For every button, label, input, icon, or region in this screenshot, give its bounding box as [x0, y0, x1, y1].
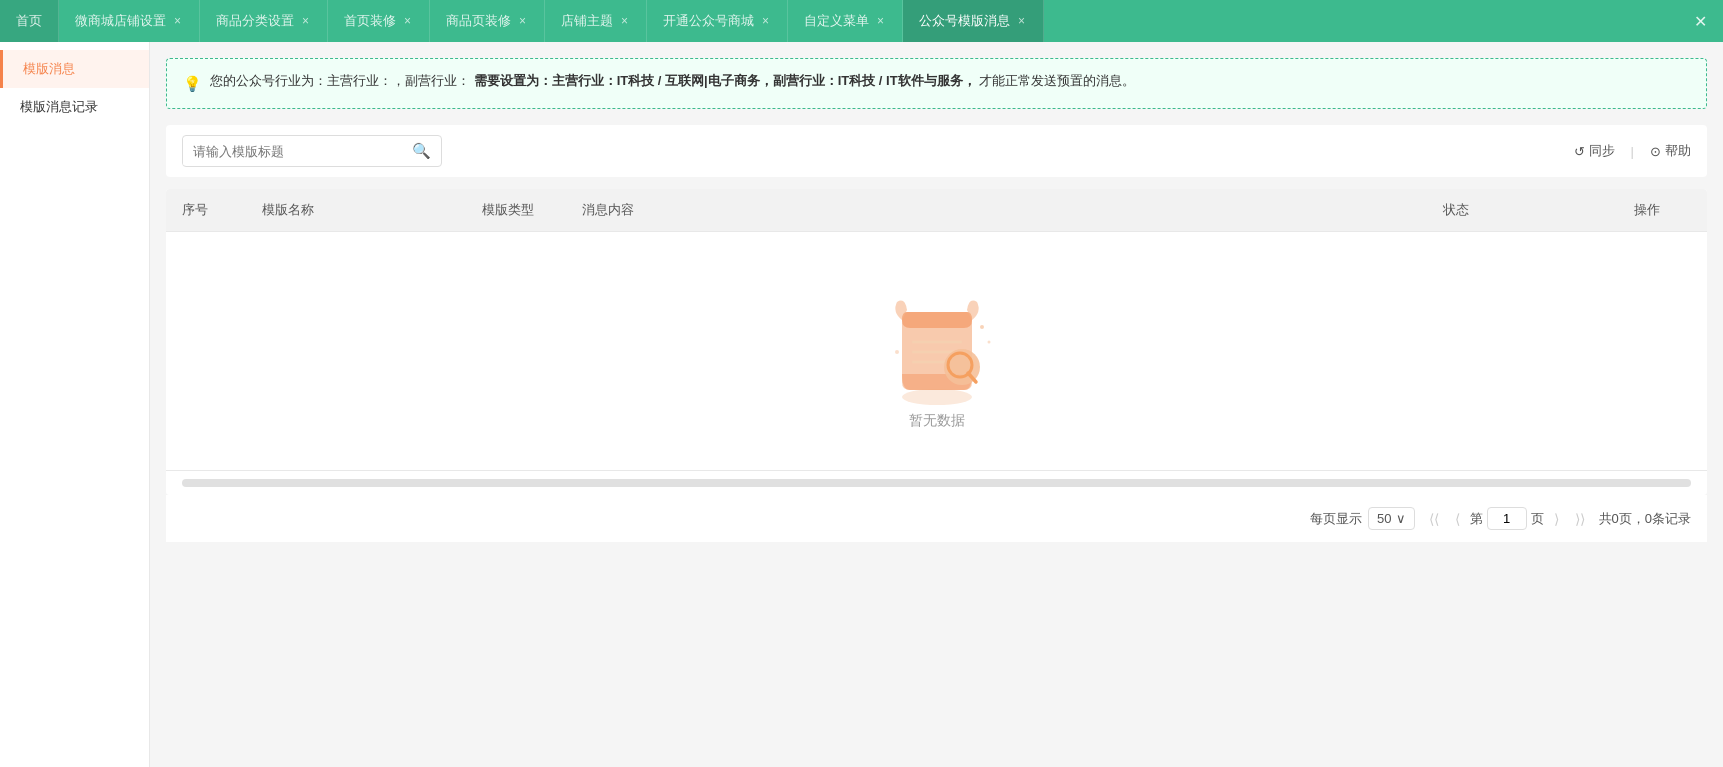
page-label-suf: 页: [1531, 510, 1544, 528]
help-button[interactable]: ⊙ 帮助: [1650, 142, 1691, 160]
notice-box: 💡 您的公众号行业为：主营行业：，副营行业： 需要设置为：主营行业：IT科技 /…: [166, 58, 1707, 109]
col-action: 操作: [1587, 189, 1707, 231]
svg-point-9: [895, 350, 899, 354]
tab-close-category[interactable]: ×: [300, 12, 311, 30]
pagination: 每页显示 50 ∨ ⟨⟨ ⟨ 第 页 ⟩ ⟩⟩ 共0页，0条记录: [166, 495, 1707, 542]
svg-point-0: [902, 389, 972, 405]
tab-product-decor[interactable]: 商品页装修 ×: [430, 0, 545, 42]
search-button[interactable]: 🔍: [402, 136, 441, 166]
chevron-down-icon: ∨: [1396, 511, 1406, 526]
empty-text: 暂无数据: [909, 412, 965, 430]
table: 序号 模版名称 模版类型 消息内容 状态 操作: [166, 189, 1707, 495]
svg-point-7: [980, 325, 984, 329]
toolbar-right: ↺ 同步 | ⊙ 帮助: [1574, 142, 1691, 160]
page-size-label: 每页显示: [1310, 510, 1362, 528]
page-size-value: 50: [1377, 511, 1391, 526]
tab-label-custom-menu: 自定义菜单: [804, 12, 869, 30]
page-label-pre: 第: [1470, 510, 1483, 528]
sidebar-item-template-record[interactable]: 模版消息记录: [0, 88, 149, 126]
notice-text: 您的公众号行业为：主营行业：，副营行业： 需要设置为：主营行业：IT科技 / 互…: [210, 71, 1135, 92]
notice-icon: 💡: [183, 72, 202, 96]
help-icon: ⊙: [1650, 144, 1661, 159]
sidebar-item-template-message[interactable]: 模版消息: [0, 50, 149, 88]
tab-bar: 首页微商城店铺设置×商品分类设置×首页装修×商品页装修×店铺主题×开通公众号商城…: [0, 0, 1723, 42]
page-size-select[interactable]: 50 ∨: [1368, 507, 1414, 530]
next-page-button[interactable]: ⟩: [1548, 509, 1565, 529]
tab-template-msg[interactable]: 公众号模版消息 ×: [903, 0, 1044, 42]
page-total: 共0页，0条记录: [1599, 510, 1691, 528]
empty-illustration: [877, 292, 997, 412]
sync-icon: ↺: [1574, 144, 1585, 159]
col-status: 状态: [1427, 189, 1587, 231]
tab-open-mall[interactable]: 开通公众号商城 ×: [647, 0, 788, 42]
tab-label-product-decor: 商品页装修: [446, 12, 511, 30]
tab-close-product-decor[interactable]: ×: [517, 12, 528, 30]
tab-close-home-decor[interactable]: ×: [402, 12, 413, 30]
tab-store-theme[interactable]: 店铺主题 ×: [545, 0, 647, 42]
horizontal-scrollbar[interactable]: [182, 479, 1691, 487]
page-size-wrap: 每页显示 50 ∨: [1310, 507, 1414, 530]
toolbar-divider: |: [1631, 144, 1634, 159]
tab-home-decor[interactable]: 首页装修 ×: [328, 0, 430, 42]
sidebar: 模版消息模版消息记录: [0, 42, 150, 767]
main-layout: 模版消息模版消息记录 💡 您的公众号行业为：主营行业：，副营行业： 需要设置为：…: [0, 42, 1723, 767]
tab-custom-menu[interactable]: 自定义菜单 ×: [788, 0, 903, 42]
notice-highlight: 需要设置为：主营行业：IT科技 / 互联网|电子商务，副营行业：IT科技 / I…: [474, 73, 976, 88]
tab-label-home: 首页: [16, 12, 42, 30]
search-input[interactable]: [183, 138, 402, 165]
col-name: 模版名称: [246, 189, 466, 231]
col-content: 消息内容: [566, 189, 1427, 231]
col-type: 模版类型: [466, 189, 566, 231]
tab-label-template-msg: 公众号模版消息: [919, 12, 1010, 30]
content-area: 💡 您的公众号行业为：主营行业：，副营行业： 需要设置为：主营行业：IT科技 /…: [150, 42, 1723, 767]
tab-close-custom-menu[interactable]: ×: [875, 12, 886, 30]
first-page-button[interactable]: ⟨⟨: [1423, 509, 1445, 529]
close-all-button[interactable]: ✕: [1678, 0, 1723, 42]
sync-button[interactable]: ↺ 同步: [1574, 142, 1615, 160]
tab-label-open-mall: 开通公众号商城: [663, 12, 754, 30]
tab-close-micro-shop[interactable]: ×: [172, 12, 183, 30]
page-nav: ⟨⟨ ⟨ 第 页 ⟩ ⟩⟩: [1423, 507, 1591, 530]
table-header: 序号 模版名称 模版类型 消息内容 状态 操作: [166, 189, 1707, 232]
tab-label-store-theme: 店铺主题: [561, 12, 613, 30]
tab-category[interactable]: 商品分类设置 ×: [200, 0, 328, 42]
search-input-wrap: 🔍: [182, 135, 442, 167]
svg-point-8: [987, 341, 990, 344]
prev-page-button[interactable]: ⟨: [1449, 509, 1466, 529]
col-seq: 序号: [166, 189, 246, 231]
page-input[interactable]: [1487, 507, 1527, 530]
empty-state: 暂无数据: [166, 232, 1707, 470]
tab-close-template-msg[interactable]: ×: [1016, 12, 1027, 30]
scrollbar-area: [166, 470, 1707, 495]
tab-micro-shop[interactable]: 微商城店铺设置 ×: [59, 0, 200, 42]
search-bar: 🔍 ↺ 同步 | ⊙ 帮助: [166, 125, 1707, 177]
tab-close-store-theme[interactable]: ×: [619, 12, 630, 30]
tab-close-open-mall[interactable]: ×: [760, 12, 771, 30]
tab-home[interactable]: 首页: [0, 0, 59, 42]
tab-label-category: 商品分类设置: [216, 12, 294, 30]
tab-label-home-decor: 首页装修: [344, 12, 396, 30]
tab-label-micro-shop: 微商城店铺设置: [75, 12, 166, 30]
last-page-button[interactable]: ⟩⟩: [1569, 509, 1591, 529]
